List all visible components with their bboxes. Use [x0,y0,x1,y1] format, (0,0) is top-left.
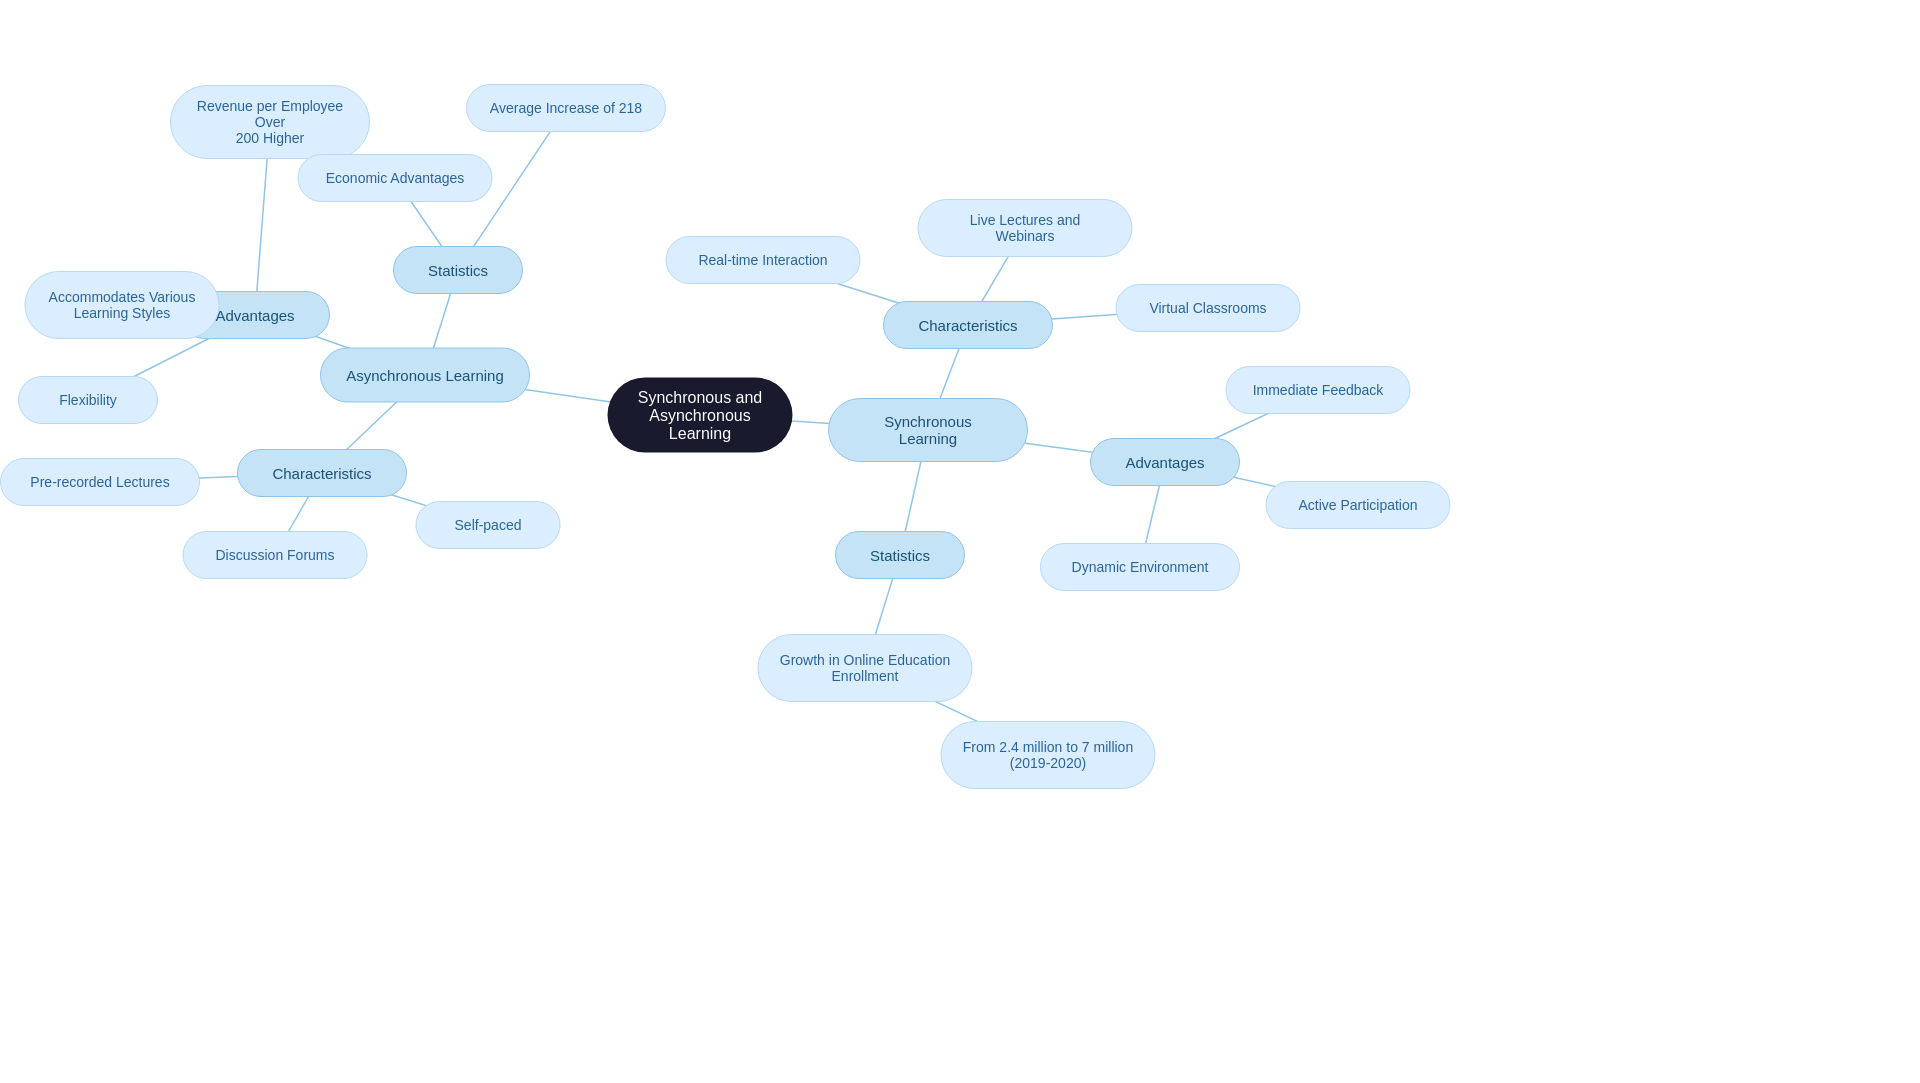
node-async-stats: Statistics [393,246,523,294]
node-avg-increase: Average Increase of 218 [466,84,666,132]
node-discussion: Discussion Forums [183,531,368,579]
node-async: Asynchronous Learning [320,348,530,403]
node-growth-online: Growth in Online Education Enrollment [758,634,973,702]
node-sync-stats: Statistics [835,531,965,579]
node-sync-advantages: Advantages [1090,438,1240,486]
node-virtual-class: Virtual Classrooms [1116,284,1301,332]
node-prerecorded: Pre-recorded Lectures [0,458,200,506]
node-sync: Synchronous Learning [828,398,1028,462]
node-self-paced: Self-paced [416,501,561,549]
node-dynamic-env: Dynamic Environment [1040,543,1240,591]
node-from-24: From 2.4 million to 7 million (2019-2020… [941,721,1156,789]
node-sync-chars: Characteristics [883,301,1053,349]
node-accommodates: Accommodates Various Learning Styles [25,271,220,339]
node-active-part: Active Participation [1266,481,1451,529]
node-immediate-fb: Immediate Feedback [1226,366,1411,414]
mind-map: Synchronous and Asynchronous Learning Asy… [0,0,1920,1083]
node-econ-advantages: Economic Advantages [298,154,493,202]
node-real-time: Real-time Interaction [666,236,861,284]
node-async-chars: Characteristics [237,449,407,497]
center-node: Synchronous and Asynchronous Learning [608,378,793,453]
node-live-lectures: Live Lectures and Webinars [918,199,1133,257]
node-rev-employee: Revenue per Employee Over 200 Higher [170,85,370,159]
node-flexibility: Flexibility [18,376,158,424]
